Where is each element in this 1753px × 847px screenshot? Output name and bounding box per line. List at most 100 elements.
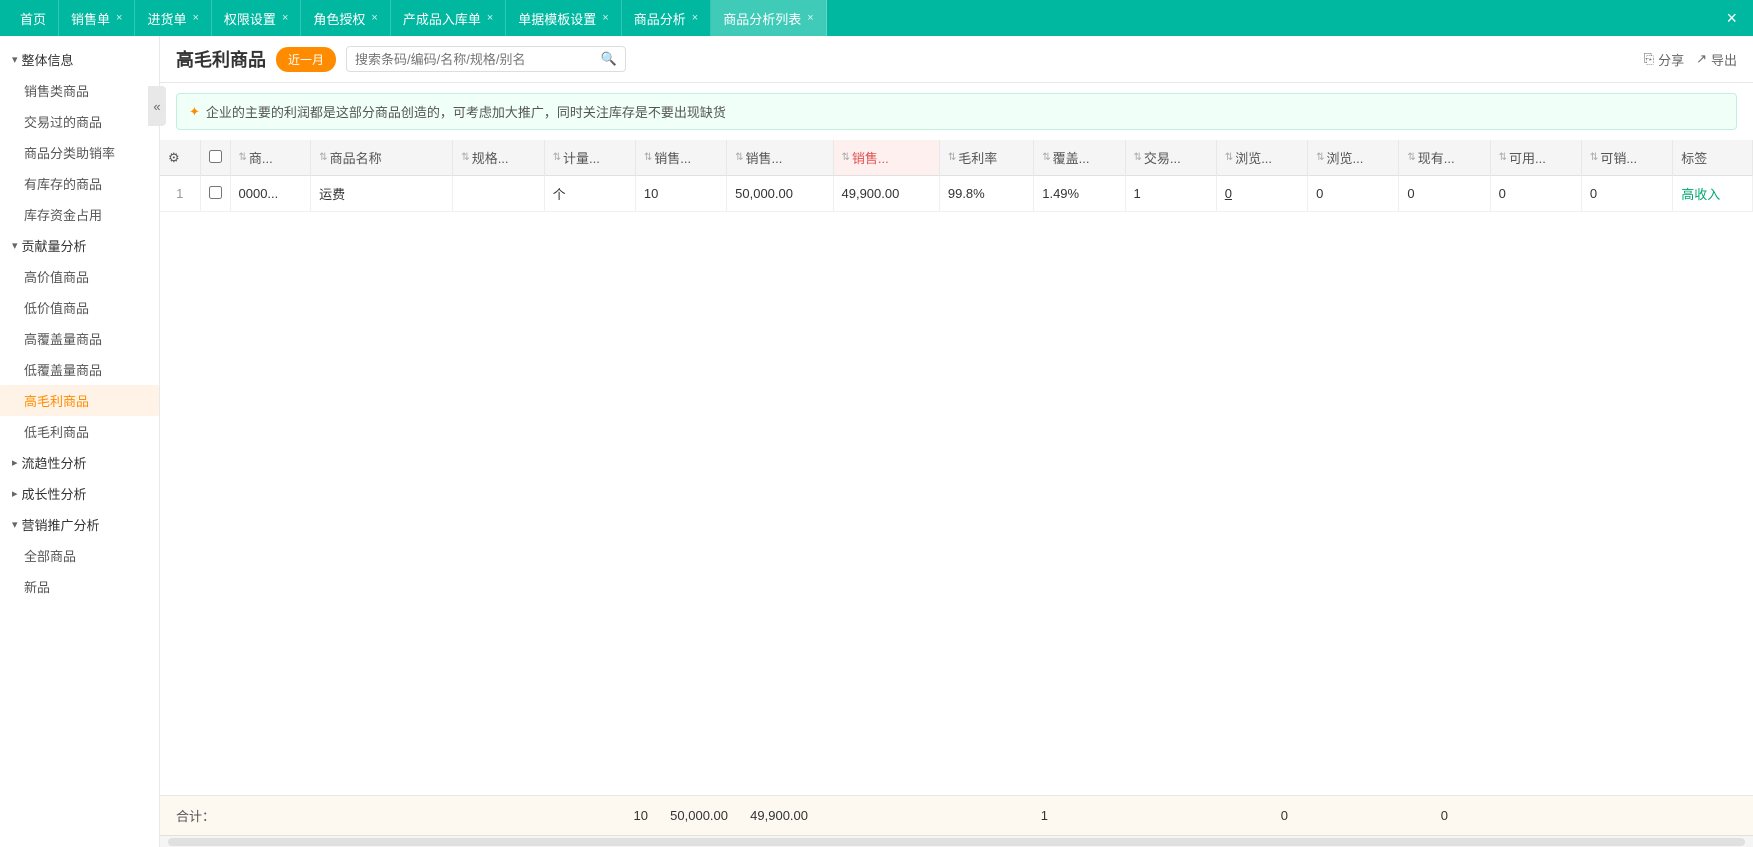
col-stock-current[interactable]: ⇅ 现有...: [1399, 140, 1490, 176]
chevron-down-icon: ▾: [12, 53, 18, 66]
tab-product-analysis-label: 商品分析: [634, 9, 686, 28]
sidebar-item-sales-goods[interactable]: 销售类商品: [0, 75, 159, 106]
col-coverage[interactable]: ⇅ 覆盖...: [1034, 140, 1125, 176]
col-browse1-sort-icon: ⇅: [1225, 152, 1233, 163]
tab-template-settings-close[interactable]: ×: [602, 12, 608, 24]
tab-product-instock[interactable]: 产成品入库单 ×: [391, 0, 506, 36]
share-button[interactable]: ⎘ 分享: [1644, 50, 1684, 69]
col-settings[interactable]: ⚙: [160, 140, 200, 176]
sidebar-item-new-goods[interactable]: 新品: [0, 571, 159, 602]
data-table: ⚙ ⇅ 商...: [160, 140, 1753, 212]
window-close-button[interactable]: ×: [1718, 8, 1745, 29]
sidebar-item-stock-capital[interactable]: 库存资金占用: [0, 199, 159, 230]
sidebar-item-traded-goods[interactable]: 交易过的商品: [0, 106, 159, 137]
sidebar-item-high-coverage[interactable]: 高覆盖量商品: [0, 323, 159, 354]
sidebar-collapse-button[interactable]: «: [148, 86, 166, 126]
tab-home[interactable]: 首页: [8, 0, 59, 36]
sidebar-item-high-value[interactable]: 高价值商品: [0, 261, 159, 292]
tab-purchase[interactable]: 进货单 ×: [135, 0, 211, 36]
info-banner: ✦ 企业的主要的利润都是这部分商品创造的，可考虑加大推广，同时关注库存是不要出现…: [176, 93, 1737, 130]
footer-stock-saleable: 0: [1376, 808, 1456, 823]
export-button[interactable]: ↗ 导出: [1696, 50, 1737, 69]
col-unit[interactable]: ⇅ 计量...: [544, 140, 635, 176]
footer-spacer4: [1056, 808, 1136, 823]
settings-icon[interactable]: ⚙: [168, 150, 180, 166]
tab-product-instock-label: 产成品入库单: [403, 9, 481, 28]
tab-purchase-close[interactable]: ×: [192, 12, 198, 24]
tab-product-instock-close[interactable]: ×: [487, 12, 493, 24]
col-stock-saleable[interactable]: ⇅ 可销...: [1581, 140, 1672, 176]
col-browse2-sort-icon: ⇅: [1316, 152, 1324, 163]
tab-role-close[interactable]: ×: [371, 12, 377, 24]
horizontal-scrollbar[interactable]: [160, 835, 1753, 847]
filter-recent-month-button[interactable]: 近一月: [276, 47, 336, 72]
col-spec[interactable]: ⇅ 规格...: [453, 140, 544, 176]
sidebar-item-category-assist[interactable]: 商品分类助销率: [0, 137, 159, 168]
row-browse2-cell: 0: [1308, 176, 1399, 212]
tab-template-settings[interactable]: 单据模板设置 ×: [506, 0, 621, 36]
tab-product-analysis-close[interactable]: ×: [692, 12, 698, 24]
tab-sales-label: 销售单: [71, 9, 110, 28]
select-all-checkbox[interactable]: [209, 150, 222, 163]
col-sales-cost[interactable]: ⇅ 销售...: [833, 140, 939, 176]
col-gross-margin[interactable]: ⇅ 毛利率: [939, 140, 1033, 176]
row-spec-cell: [453, 176, 544, 212]
row-name-cell: 运费: [311, 176, 453, 212]
col-gross-margin-sort-icon: ⇅: [948, 152, 956, 163]
sidebar-item-high-margin[interactable]: 高毛利商品: [0, 385, 159, 416]
col-coverage-sort-icon: ⇅: [1042, 152, 1050, 163]
col-browse1[interactable]: ⇅ 浏览...: [1216, 140, 1307, 176]
tab-sales-close[interactable]: ×: [116, 12, 122, 24]
footer-sales-amt: 50,000.00: [656, 808, 736, 823]
tab-role-label: 角色授权: [313, 9, 365, 28]
table-row: 1 0000... 运费: [160, 176, 1753, 212]
tab-permission[interactable]: 权限设置 ×: [212, 0, 301, 36]
scrollbar-track[interactable]: [168, 838, 1745, 846]
col-code[interactable]: ⇅ 商...: [230, 140, 311, 176]
page-title: 高毛利商品: [176, 46, 266, 72]
sidebar-group-overall[interactable]: ▾ 整体信息: [0, 44, 159, 75]
sidebar-item-instock-goods[interactable]: 有库存的商品: [0, 168, 159, 199]
tab-sales[interactable]: 销售单 ×: [59, 0, 135, 36]
tab-product-analysis-list[interactable]: 商品分析列表 ×: [711, 0, 826, 36]
sidebar-group-marketing[interactable]: ▾ 营销推广分析: [0, 509, 159, 540]
search-input[interactable]: [355, 52, 601, 67]
search-icon[interactable]: 🔍: [601, 51, 617, 67]
col-sales-qty[interactable]: ⇅ 销售...: [635, 140, 726, 176]
tab-home-label: 首页: [20, 9, 46, 28]
table-footer: 合计： 10 50,000.00 49,900.00 1 0 0: [160, 795, 1753, 835]
col-sales-amt[interactable]: ⇅ 销售...: [727, 140, 833, 176]
sidebar-group-growth-label: 成长性分析: [22, 484, 87, 503]
footer-transaction: 1: [976, 808, 1056, 823]
chevron-down-icon-3: ▾: [12, 518, 18, 531]
col-sales-qty-sort-icon: ⇅: [644, 152, 652, 163]
tab-permission-close[interactable]: ×: [282, 12, 288, 24]
col-sales-cost-sort-icon: ⇅: [842, 152, 850, 163]
tab-product-analysis[interactable]: 商品分析 ×: [622, 0, 711, 36]
sidebar-item-low-margin[interactable]: 低毛利商品: [0, 416, 159, 447]
share-icon: ⎘: [1644, 51, 1654, 67]
sidebar-item-low-coverage[interactable]: 低覆盖量商品: [0, 354, 159, 385]
col-unit-sort-icon: ⇅: [553, 152, 561, 163]
sidebar-item-all-goods[interactable]: 全部商品: [0, 540, 159, 571]
sidebar-group-contribution[interactable]: ▾ 贡献量分析: [0, 230, 159, 261]
sidebar-group-growth[interactable]: ▸ 成长性分析: [0, 478, 159, 509]
row-checkbox[interactable]: [209, 186, 222, 199]
col-browse2[interactable]: ⇅ 浏览...: [1308, 140, 1399, 176]
row-code-cell: 0000...: [230, 176, 311, 212]
col-transaction[interactable]: ⇅ 交易...: [1125, 140, 1216, 176]
sidebar-item-low-value[interactable]: 低价值商品: [0, 292, 159, 323]
col-name[interactable]: ⇅ 商品名称: [311, 140, 453, 176]
row-num-cell: 1: [160, 176, 200, 212]
row-gross-margin-cell: 99.8%: [939, 176, 1033, 212]
col-name-sort-icon: ⇅: [319, 152, 327, 163]
col-stock-available[interactable]: ⇅ 可用...: [1490, 140, 1581, 176]
row-stock-available-cell: 0: [1490, 176, 1581, 212]
tab-product-analysis-list-close[interactable]: ×: [807, 12, 813, 24]
export-icon: ↗: [1696, 51, 1707, 67]
sidebar-group-flow[interactable]: ▸ 流趋性分析: [0, 447, 159, 478]
top-navigation: 首页 销售单 × 进货单 × 权限设置 × 角色授权 × 产成品入库单 × 单据…: [0, 0, 1753, 36]
col-tag[interactable]: 标签: [1673, 140, 1753, 176]
tab-role[interactable]: 角色授权 ×: [301, 0, 390, 36]
sidebar: ▾ 整体信息 销售类商品 交易过的商品 商品分类助销率 有库存的商品 库存资金占…: [0, 36, 160, 847]
